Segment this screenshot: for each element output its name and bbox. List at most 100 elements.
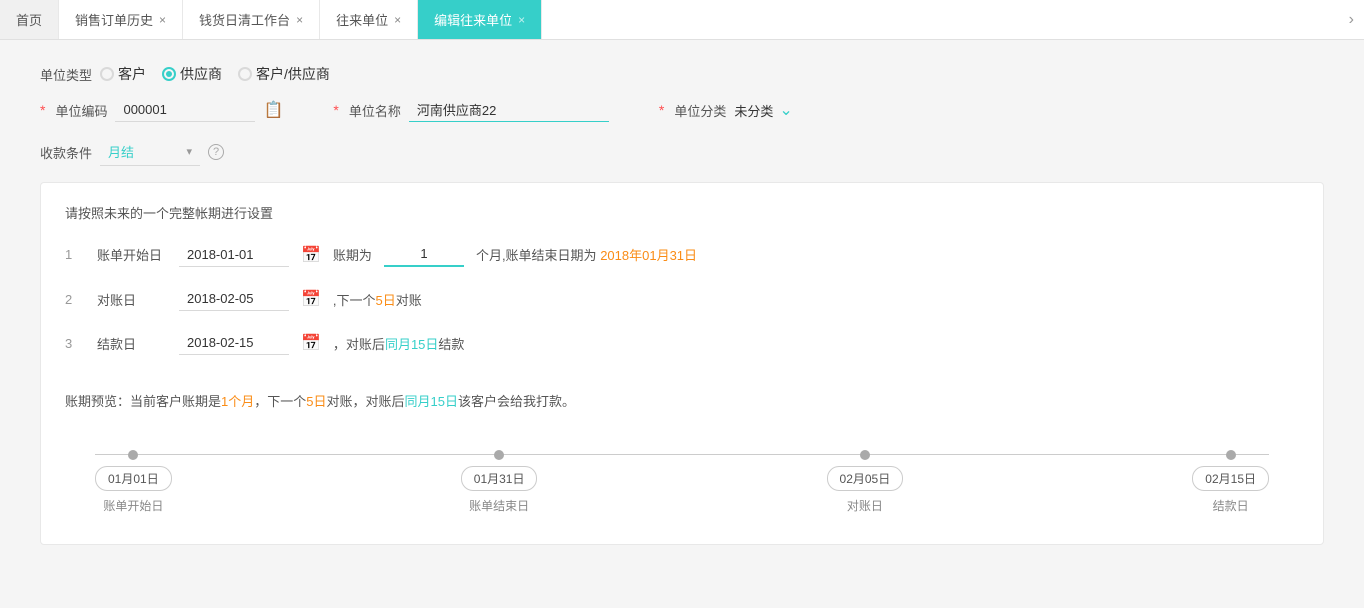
timeline-sub-1: 账单开始日 — [103, 497, 163, 514]
period-input[interactable] — [384, 242, 464, 267]
start-date-cal-icon[interactable]: 📅 — [301, 245, 321, 265]
unit-classify-field: * 单位分类 未分类 ⌄ — [659, 100, 874, 120]
timeline-point-3: 02月05日 对账日 — [827, 434, 904, 514]
unit-name-label: 单位名称 — [349, 101, 401, 120]
period-unit-label: 个月,账单结束日期为 — [476, 248, 597, 263]
unit-name-input[interactable] — [409, 98, 609, 122]
timeline-dot-1 — [128, 450, 138, 460]
timeline-point-2: 01月31日 账单结束日 — [461, 434, 538, 514]
payment-terms-arrow-icon: ▾ — [186, 145, 192, 158]
payment-highlight: 同月15日 — [385, 337, 438, 352]
reconcile-after-text: 对账 — [396, 293, 422, 308]
payment-desc: ，对账后同月15日结款 — [333, 334, 465, 353]
preview-part4: 该客户会给我打款。 — [458, 394, 575, 409]
timeline-points: 01月01日 账单开始日 01月31日 账单结束日 02月05日 对账日 — [95, 434, 1269, 514]
reconcile-date-input[interactable] — [179, 287, 289, 311]
payment-date-input[interactable] — [179, 331, 289, 355]
radio-customer-label: 客户 — [118, 64, 146, 84]
reconcile-cal-icon[interactable]: 📅 — [301, 289, 321, 309]
payment-date-row: 3 结款日 📅 ，对账后同月15日结款 — [65, 331, 1299, 355]
row-num-2: 2 — [65, 292, 85, 307]
unit-code-icon[interactable]: 📋 — [263, 100, 283, 120]
reconcile-highlight: 5日 — [376, 293, 396, 308]
preview-part2-highlight: 5日 — [306, 394, 326, 409]
preview-section: 账期预览：当前客户账期是1个月，下一个5日对账，对账后同月15日该客户会给我打款… — [65, 375, 1299, 514]
tab-home-label: 首页 — [16, 10, 42, 29]
unit-classify-value: 未分类 — [734, 101, 773, 120]
payment-terms-value: 月结 — [108, 142, 182, 161]
tab-home[interactable]: 首页 — [0, 0, 59, 39]
period-unit-text: 个月,账单结束日期为 2018年01月31日 — [476, 245, 697, 264]
settings-card: 请按照未来的一个完整帐期进行设置 1 账单开始日 📅 账期为 个月,账单结束日期… — [40, 182, 1324, 545]
close-edit-partner[interactable]: × — [518, 13, 525, 27]
reconcile-date-row: 2 对账日 📅 ,下一个5日对账 — [65, 287, 1299, 311]
unit-type-label: 单位类型 — [40, 65, 92, 84]
timeline-container: 01月01日 账单开始日 01月31日 账单结束日 02月05日 对账日 — [65, 434, 1299, 514]
tabs-arrow[interactable]: › — [1339, 0, 1364, 39]
period-end-highlight: 2018年01月31日 — [600, 248, 697, 263]
row-num-3: 3 — [65, 336, 85, 351]
timeline-dot-3 — [860, 450, 870, 460]
timeline-dot-4 — [1226, 450, 1236, 460]
timeline-badge-4: 02月15日 — [1192, 466, 1269, 491]
timeline-sub-3: 对账日 — [847, 497, 883, 514]
payment-terms-label: 收款条件 — [40, 143, 92, 162]
classify-down-icon: ⌄ — [779, 100, 792, 120]
timeline-sub-4: 结款日 — [1213, 497, 1249, 514]
timeline-badge-1: 01月01日 — [95, 466, 172, 491]
timeline-sub-2: 账单结束日 — [469, 497, 529, 514]
start-date-label: 账单开始日 — [97, 245, 167, 264]
unit-type-radio-group: 客户 供应商 客户/供应商 — [100, 64, 330, 84]
payment-terms-field: 收款条件 月结 ▾ ? — [40, 138, 224, 166]
payment-cal-icon[interactable]: 📅 — [301, 333, 321, 353]
tab-sales-history[interactable]: 销售订单历史 × — [59, 0, 183, 39]
timeline-point-4: 02月15日 结款日 — [1192, 434, 1269, 514]
unit-code-required: * — [40, 102, 45, 118]
unit-code-field: * 单位编码 📋 — [40, 98, 283, 122]
start-date-input[interactable] — [179, 243, 289, 267]
unit-classify-required: * — [659, 102, 664, 118]
main-content: 单位类型 客户 供应商 客户/供应商 * 单位编码 — [0, 40, 1364, 608]
radio-supplier[interactable]: 供应商 — [162, 64, 222, 84]
tab-sales-history-label: 销售订单历史 — [75, 10, 153, 29]
radio-supplier-label: 供应商 — [180, 64, 222, 84]
timeline-dot-2 — [494, 450, 504, 460]
radio-customer[interactable]: 客户 — [100, 64, 146, 84]
preview-text: 账期预览：当前客户账期是1个月，下一个5日对账，对账后同月15日该客户会给我打款… — [65, 391, 1299, 410]
radio-customer-supplier[interactable]: 客户/供应商 — [238, 64, 330, 84]
unit-info-row: * 单位编码 📋 * 单位名称 * 单位分类 未分类 ⌄ — [40, 98, 1324, 122]
timeline-badge-2: 01月31日 — [461, 466, 538, 491]
radio-supplier-circle — [162, 67, 176, 81]
radio-customer-circle — [100, 67, 114, 81]
tab-edit-partner[interactable]: 编辑往来单位 × — [418, 0, 542, 39]
unit-code-label: 单位编码 — [55, 101, 107, 120]
radio-customer-supplier-label: 客户/供应商 — [256, 64, 330, 84]
payment-terms-row: 收款条件 月结 ▾ ? — [40, 138, 1324, 166]
tab-cash-work-label: 钱货日清工作台 — [199, 10, 290, 29]
unit-code-input[interactable] — [115, 98, 255, 122]
preview-label: 账期预览：当前客户账期是 — [65, 394, 221, 409]
tab-partner[interactable]: 往来单位 × — [320, 0, 418, 39]
tab-cash-work[interactable]: 钱货日清工作台 × — [183, 0, 320, 39]
close-cash-work[interactable]: × — [296, 13, 303, 27]
tab-edit-partner-label: 编辑往来单位 — [434, 10, 512, 29]
preview-part3-before: 对账，对账后 — [327, 394, 405, 409]
unit-name-required: * — [333, 102, 338, 118]
preview-part3-highlight: 同月15日 — [405, 394, 458, 409]
start-date-row: 1 账单开始日 📅 账期为 个月,账单结束日期为 2018年01月31日 — [65, 242, 1299, 267]
unit-type-row: 单位类型 客户 供应商 客户/供应商 — [40, 64, 1324, 84]
unit-classify-select[interactable]: 未分类 ⌄ — [734, 100, 874, 120]
card-title: 请按照未来的一个完整帐期进行设置 — [65, 203, 1299, 222]
payment-after-text: 结款 — [438, 337, 464, 352]
payment-label: 结款日 — [97, 334, 167, 353]
help-icon[interactable]: ? — [208, 144, 224, 160]
unit-type-field: 单位类型 客户 供应商 客户/供应商 — [40, 64, 330, 84]
unit-name-field: * 单位名称 — [333, 98, 608, 122]
row-num-1: 1 — [65, 247, 85, 262]
reconcile-label: 对账日 — [97, 290, 167, 309]
preview-part2-before: ，下一个 — [254, 394, 306, 409]
payment-terms-select[interactable]: 月结 ▾ — [100, 138, 200, 166]
close-sales-history[interactable]: × — [159, 13, 166, 27]
close-partner[interactable]: × — [394, 13, 401, 27]
payment-before-text: ，对账后 — [333, 337, 385, 352]
